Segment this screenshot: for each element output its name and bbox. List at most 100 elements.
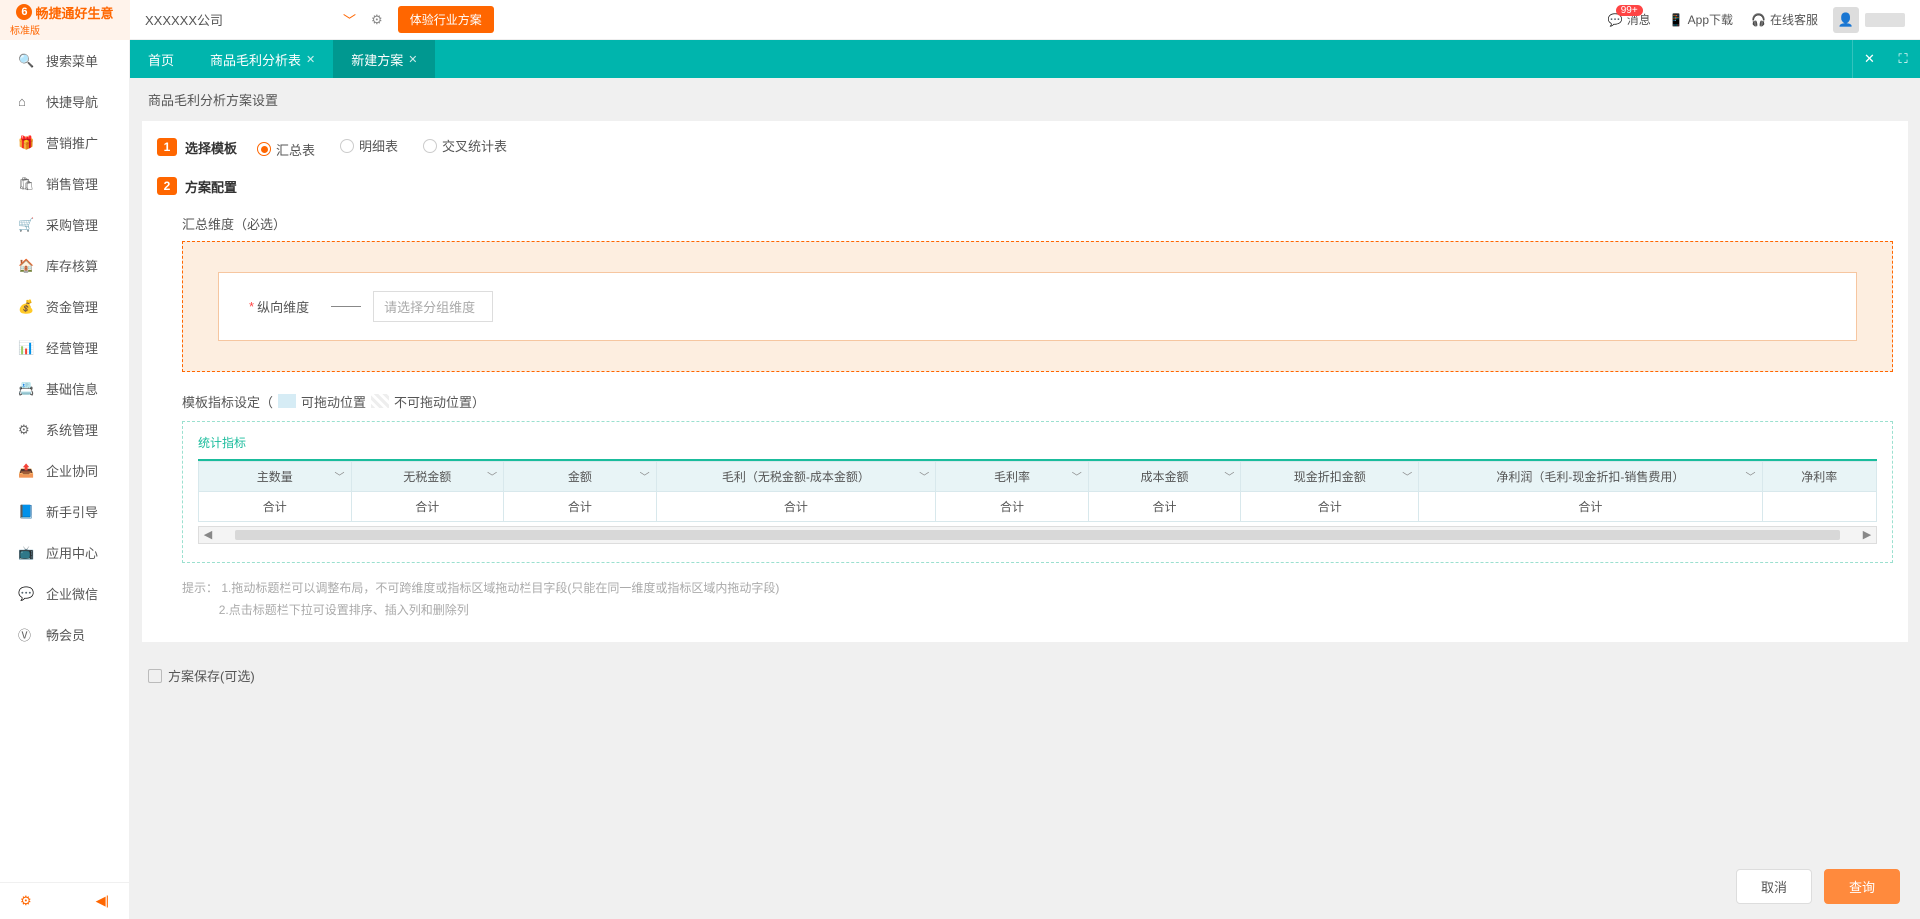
template-radio-1[interactable]: 明细表	[340, 136, 398, 155]
tab-label-2: 新建方案	[351, 50, 403, 69]
app-download-label: App下载	[1688, 11, 1733, 28]
column-header-1[interactable]: 无税金额 ﹀	[351, 461, 504, 491]
sidebar-item-13[interactable]: 💬企业微信	[0, 573, 129, 614]
customer-service-link[interactable]: 🎧 在线客服	[1751, 11, 1818, 28]
save-checkbox[interactable]	[148, 669, 162, 683]
page-title: 商品毛利分析方案设置	[130, 78, 1920, 121]
logo[interactable]: 6 畅捷通好生意 标准版	[0, 0, 130, 40]
column-header-6[interactable]: 现金折扣金额 ﹀	[1241, 461, 1419, 491]
indicator-label: 模板指标设定（	[182, 392, 273, 411]
service-label: 在线客服	[1770, 11, 1818, 28]
sidebar-item-0[interactable]: 🔍搜索菜单	[0, 40, 129, 81]
column-header-8[interactable]: 净利率	[1762, 461, 1877, 491]
column-header-2[interactable]: 金额﹀	[504, 461, 657, 491]
column-header-0[interactable]: 主数量 ﹀	[199, 461, 352, 491]
footer-actions: 取消 查询	[1736, 869, 1900, 904]
logo-icon: 6	[16, 4, 32, 20]
sidebar-item-8[interactable]: 📇基础信息	[0, 368, 129, 409]
sidebar-collapse-icon[interactable]: ◀|	[96, 893, 109, 909]
sum-cell-8	[1762, 491, 1877, 521]
column-label-6: 现金折扣金额	[1294, 470, 1366, 484]
sidebar-label-0: 搜索菜单	[46, 51, 98, 70]
tab-close-1[interactable]: ✕	[306, 53, 315, 66]
query-button[interactable]: 查询	[1824, 869, 1900, 904]
sum-cell-1: 合计	[351, 491, 504, 521]
vertical-dim-label: 纵向维度	[257, 297, 309, 316]
sidebar-icon-9: ⚙	[18, 422, 36, 438]
chevron-down-icon[interactable]: ﹀	[1072, 469, 1082, 484]
column-header-7[interactable]: 净利润（毛利-现金折扣-销售费用）﹀	[1419, 461, 1762, 491]
sidebar-label-5: 库存核算	[46, 256, 98, 275]
phone-icon: 📱	[1669, 13, 1684, 27]
scroll-thumb[interactable]	[235, 530, 1840, 540]
sidebar-item-9[interactable]: ⚙系统管理	[0, 409, 129, 450]
sidebar-settings-icon[interactable]: ⚙	[20, 893, 32, 909]
fullscreen-icon[interactable]: ⛶	[1886, 40, 1920, 78]
tab-1[interactable]: 商品毛利分析表✕	[192, 40, 333, 78]
step-1-label: 选择模板	[185, 138, 237, 157]
app-download-link[interactable]: 📱 App下载	[1669, 11, 1733, 28]
sidebar-item-10[interactable]: 📤企业协同	[0, 450, 129, 491]
sidebar-icon-11: 📘	[18, 504, 36, 520]
sidebar-item-6[interactable]: 💰资金管理	[0, 286, 129, 327]
template-radio-2[interactable]: 交叉统计表	[423, 136, 507, 155]
sidebar-item-1[interactable]: ⌂快捷导航	[0, 81, 129, 122]
sidebar-item-7[interactable]: 📊经营管理	[0, 327, 129, 368]
industry-plan-button[interactable]: 体验行业方案	[398, 6, 494, 33]
sidebar-item-11[interactable]: 📘 新手引导	[0, 491, 129, 532]
swatch-draggable	[278, 394, 296, 408]
messages-link[interactable]: 💬 99+ 消息	[1608, 11, 1651, 28]
tab-2[interactable]: 新建方案 ✕	[333, 40, 435, 78]
chevron-down-icon[interactable]: ﹀	[1402, 469, 1412, 484]
company-name: XXXXXX公司	[145, 10, 223, 29]
scroll-right-icon[interactable]: ▶	[1858, 528, 1876, 541]
sidebar-icon-2: 🎁	[18, 135, 36, 151]
chevron-down-icon[interactable]: ﹀	[487, 469, 497, 484]
sidebar-icon-7: 📊	[18, 340, 36, 356]
username-placeholder	[1865, 13, 1905, 27]
sidebar-item-3[interactable]: 🛍销售管理	[0, 163, 129, 204]
sidebar-item-14[interactable]: Ⓥ畅会员	[0, 614, 129, 655]
chevron-down-icon[interactable]: ﹀	[335, 469, 345, 484]
tab-close-2[interactable]: ✕	[408, 53, 417, 66]
sidebar-item-12[interactable]: 📺应用中心	[0, 532, 129, 573]
chevron-down-icon[interactable]: ﹀	[1224, 469, 1234, 484]
column-header-4[interactable]: 毛利率﹀	[936, 461, 1089, 491]
chevron-down-icon[interactable]: ﹀	[919, 469, 929, 484]
sidebar-icon-4: 🛒	[18, 217, 36, 233]
scroll-left-icon[interactable]: ◀	[199, 528, 217, 541]
tip-2: 2.点击标题栏下拉可设置排序、插入列和删除列	[219, 603, 469, 617]
sidebar-label-11: 新手引导	[46, 502, 98, 521]
column-label-0: 主数量	[257, 470, 293, 484]
sidebar-label-6: 资金管理	[46, 297, 98, 316]
column-label-1: 无税金额	[403, 470, 451, 484]
chevron-down-icon[interactable]: ﹀	[1746, 469, 1756, 484]
tab-label-0: 首页	[148, 50, 174, 69]
sidebar-label-8: 基础信息	[46, 379, 98, 398]
sum-cell-2: 合计	[504, 491, 657, 521]
sum-cell-6: 合计	[1241, 491, 1419, 521]
horizontal-scrollbar[interactable]: ◀ ▶	[198, 526, 1877, 544]
group-dimension-input[interactable]: 请选择分组维度	[373, 291, 493, 322]
sidebar-item-2[interactable]: 🎁营销推广	[0, 122, 129, 163]
dimension-panel: * 纵向维度 请选择分组维度	[182, 241, 1893, 372]
avatar[interactable]: 👤	[1833, 7, 1859, 33]
tip-1: 1.拖动标题栏可以调整布局，不可跨维度或指标区域拖动栏目字段(只能在同一维度或指…	[221, 581, 779, 595]
tab-0[interactable]: 首页	[130, 40, 192, 78]
tab-close-all-icon[interactable]: ✕	[1852, 40, 1886, 78]
cancel-button[interactable]: 取消	[1736, 869, 1812, 904]
chevron-down-icon[interactable]: ﹀	[640, 469, 650, 484]
settings-icon[interactable]: ⚙	[371, 12, 383, 28]
column-header-5[interactable]: 成本金额﹀	[1088, 461, 1241, 491]
swatch-nondraggable	[371, 394, 389, 408]
column-label-8: 净利率	[1801, 470, 1837, 484]
sum-cell-4: 合计	[936, 491, 1089, 521]
sidebar-icon-1: ⌂	[18, 94, 36, 109]
sidebar-item-5[interactable]: 🏠库存核算	[0, 245, 129, 286]
template-radio-0[interactable]: 汇总表	[257, 140, 315, 159]
sidebar-icon-3: 🛍	[18, 176, 36, 192]
column-header-3[interactable]: 毛利（无税金额-成本金额）﹀	[656, 461, 936, 491]
dimension-section-label: 汇总维度（必选）	[182, 214, 1893, 233]
company-selector[interactable]: XXXXXX公司 ﹀	[145, 10, 356, 29]
sidebar-item-4[interactable]: 🛒采购管理	[0, 204, 129, 245]
